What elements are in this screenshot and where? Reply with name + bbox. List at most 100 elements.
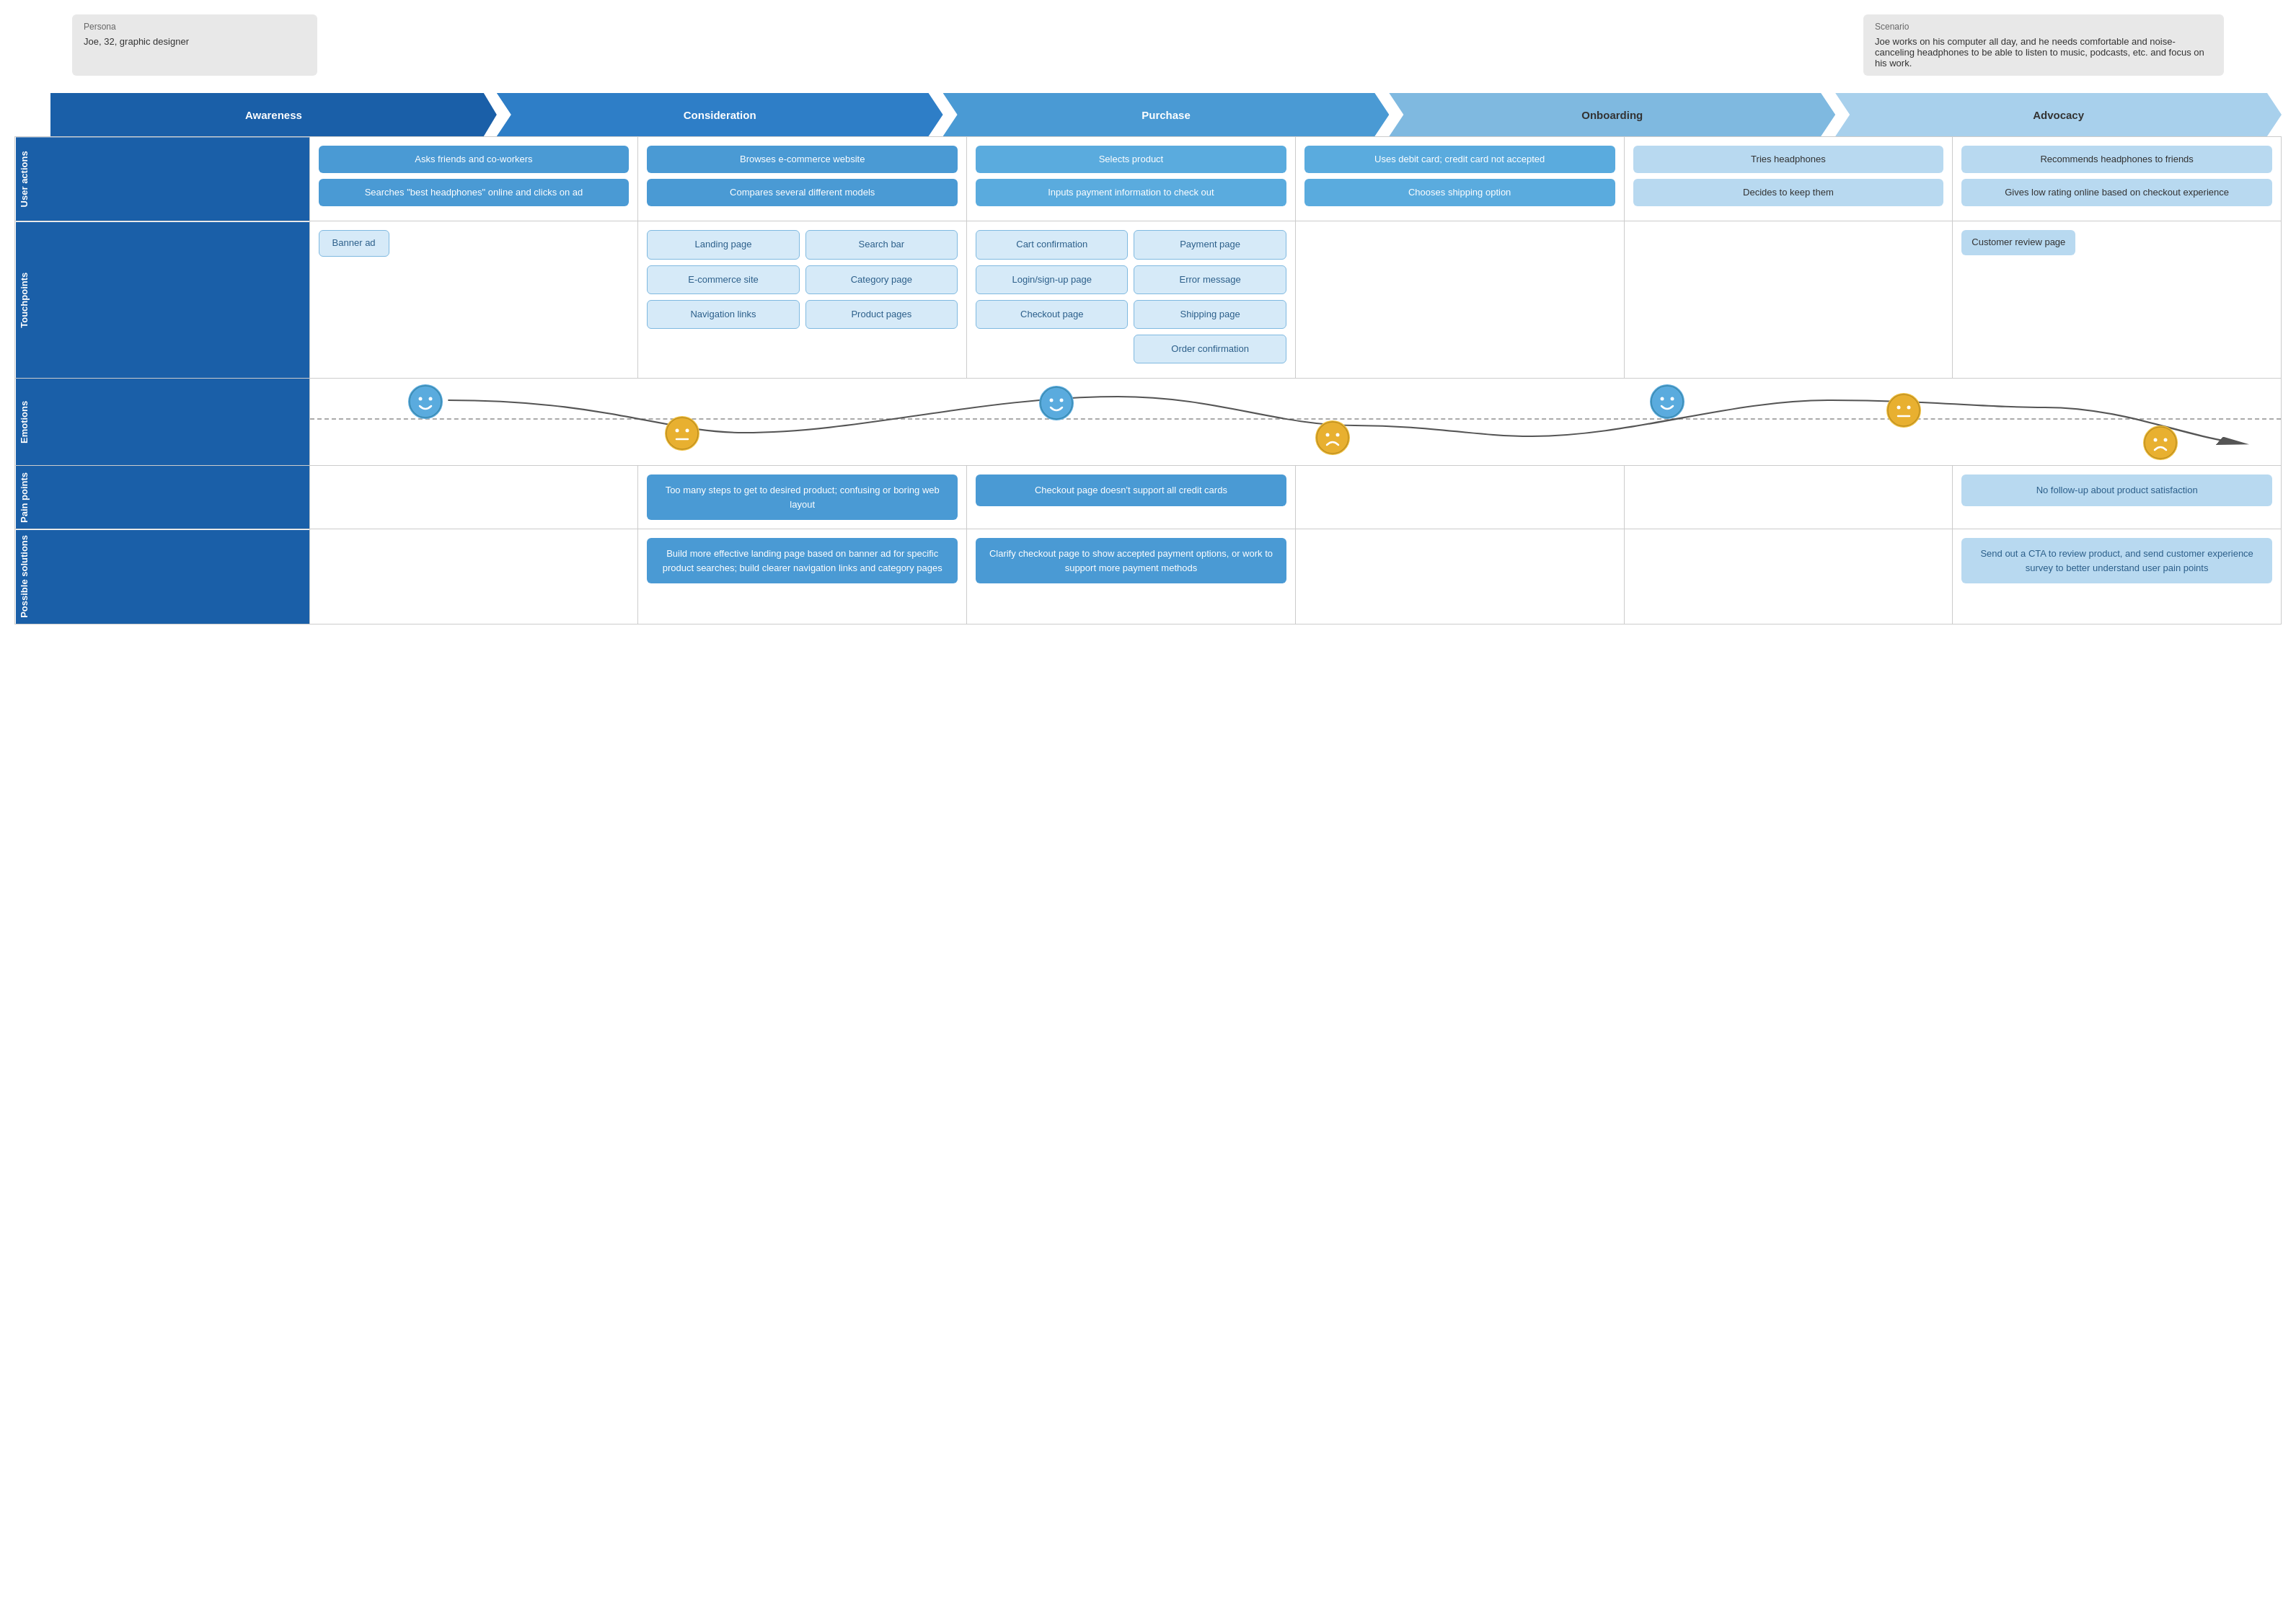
- user-actions-onboarding-tries: Tries headphones Decides to keep them: [1624, 137, 1953, 221]
- emotions-label: Emotions: [15, 379, 310, 466]
- tp-ecommerce-site: E-commerce site: [647, 265, 799, 294]
- svg-point-2: [429, 397, 433, 401]
- emotions-row: Emotions: [15, 379, 2282, 466]
- action-browses: Browses e-commerce website: [647, 146, 958, 173]
- tp-shipping-page: Shipping page: [1134, 300, 1286, 329]
- svg-point-0: [410, 386, 441, 418]
- pain-points-row: Pain points Too many steps to get to des…: [15, 466, 2282, 529]
- solution-onboarding2: [1624, 529, 1953, 624]
- touchpoints-awareness: Banner ad: [309, 221, 638, 379]
- tp-checkout-page: Checkout page: [976, 300, 1128, 329]
- emotion-advocacy-sad: [2143, 425, 2178, 460]
- svg-point-12: [1335, 433, 1339, 437]
- persona-content: Joe, 32, graphic designer: [84, 36, 306, 47]
- touchpoints-onboarding2: [1624, 221, 1953, 379]
- action-asks-friends: Asks friends and co-workers: [319, 146, 630, 173]
- solutions-label: Possible solutions: [15, 529, 310, 624]
- pain-consideration-card: Too many steps to get to desired product…: [647, 474, 958, 520]
- solution-consideration: Build more effective landing page based …: [638, 529, 967, 624]
- svg-point-13: [1651, 386, 1683, 418]
- svg-point-1: [419, 397, 423, 401]
- user-actions-advocacy: Recommends headphones to friends Gives l…: [1953, 137, 2282, 221]
- scenario-label: Scenario: [1875, 22, 2212, 32]
- svg-point-11: [1325, 433, 1329, 437]
- touchpoints-advocacy: Customer review page: [1953, 221, 2282, 379]
- action-recommends: Recommends headphones to friends: [1961, 146, 2272, 173]
- solution-consideration-card: Build more effective landing page based …: [647, 538, 958, 583]
- action-chooses-shipping: Chooses shipping option: [1304, 179, 1615, 206]
- tp-order-confirmation: Order confirmation: [1134, 335, 1286, 363]
- solution-onboarding: [1295, 529, 1624, 624]
- solution-advocacy: Send out a CTA to review product, and se…: [1953, 529, 2282, 624]
- pain-awareness: [309, 466, 638, 529]
- touchpoints-purchase: Cart confirmation Login/sign-up page Che…: [967, 221, 1296, 379]
- action-compares: Compares several different models: [647, 179, 958, 206]
- svg-point-20: [2145, 427, 2176, 459]
- phase-advocacy: Advocacy: [1835, 93, 2282, 136]
- tp-category-page: Category page: [805, 265, 958, 294]
- solution-purchase-card: Clarify checkout page to show accepted p…: [976, 538, 1286, 583]
- action-uses-debit: Uses debit card; credit card not accepte…: [1304, 146, 1615, 173]
- touchpoints-label: Touchpoints: [15, 221, 310, 379]
- emotion-purchase: [1039, 386, 1074, 420]
- tp-landing-page: Landing page: [647, 230, 799, 259]
- pain-onboarding: [1295, 466, 1624, 529]
- phase-consideration: Consideration: [497, 93, 943, 136]
- solution-purchase: Clarify checkout page to show accepted p…: [967, 529, 1296, 624]
- emotion-consideration: [665, 416, 699, 451]
- pain-consideration: Too many steps to get to desired product…: [638, 466, 967, 529]
- svg-point-5: [685, 429, 689, 433]
- pain-points-label: Pain points: [15, 466, 310, 529]
- tp-product-pages: Product pages: [805, 300, 958, 329]
- touchpoints-onboarding: [1295, 221, 1624, 379]
- action-decides-keep: Decides to keep them: [1633, 179, 1944, 206]
- phase-awareness: Awareness: [50, 93, 497, 136]
- solution-awareness: [309, 529, 638, 624]
- svg-point-18: [1907, 406, 1911, 410]
- tp-cart-confirmation: Cart confirmation: [976, 230, 1128, 259]
- svg-point-21: [2153, 438, 2157, 442]
- user-actions-onboarding-payment: Uses debit card; credit card not accepte…: [1295, 137, 1624, 221]
- pain-purchase-card: Checkout page doesn't support all credit…: [976, 474, 1286, 506]
- svg-point-3: [666, 418, 698, 449]
- pain-advocacy: No follow-up about product satisfaction: [1953, 466, 2282, 529]
- emotions-content: [309, 379, 2281, 466]
- user-actions-label: User actions: [15, 137, 310, 221]
- svg-point-22: [2163, 438, 2167, 442]
- emotion-advocacy-neutral: [1886, 393, 1921, 428]
- user-actions-purchase: Selects product Inputs payment informati…: [967, 137, 1296, 221]
- tp-banner-ad: Banner ad: [319, 230, 389, 256]
- tp-search-bar: Search bar: [805, 230, 958, 259]
- action-gives-low-rating: Gives low rating online based on checkou…: [1961, 179, 2272, 206]
- user-actions-row: User actions Asks friends and co-workers…: [15, 137, 2282, 221]
- tp-login-signup: Login/sign-up page: [976, 265, 1128, 294]
- touchpoints-row: Touchpoints Banner ad Landing page E-com…: [15, 221, 2282, 379]
- emotion-onboarding: [1650, 384, 1685, 419]
- svg-point-7: [1041, 387, 1072, 419]
- svg-point-16: [1888, 394, 1920, 426]
- svg-point-10: [1317, 422, 1348, 454]
- tp-payment-page: Payment page: [1134, 230, 1286, 259]
- user-actions-awareness: Asks friends and co-workers Searches "be…: [309, 137, 638, 221]
- emotion-purchase-sad: [1315, 420, 1350, 455]
- action-searches: Searches "best headphones" online and cl…: [319, 179, 630, 206]
- user-actions-consideration: Browses e-commerce website Compares seve…: [638, 137, 967, 221]
- pain-purchase: Checkout page doesn't support all credit…: [967, 466, 1296, 529]
- pain-advocacy-card: No follow-up about product satisfaction: [1961, 474, 2272, 506]
- action-inputs-payment: Inputs payment information to check out: [976, 179, 1286, 206]
- tp-customer-review: Customer review page: [1961, 230, 2075, 255]
- tp-navigation-links: Navigation links: [647, 300, 799, 329]
- phase-onboarding: Onboarding: [1389, 93, 1835, 136]
- solutions-row: Possible solutions Build more effective …: [15, 529, 2282, 624]
- persona-box: Persona Joe, 32, graphic designer: [72, 14, 317, 76]
- tp-error-message: Error message: [1134, 265, 1286, 294]
- scenario-box: Scenario Joe works on his computer all d…: [1863, 14, 2224, 76]
- action-tries-headphones: Tries headphones: [1633, 146, 1944, 173]
- emotion-awareness: [408, 384, 443, 419]
- action-selects: Selects product: [976, 146, 1286, 173]
- solution-advocacy-card: Send out a CTA to review product, and se…: [1961, 538, 2272, 583]
- svg-point-14: [1661, 397, 1664, 401]
- svg-point-17: [1897, 406, 1901, 410]
- phase-purchase: Purchase: [943, 93, 1390, 136]
- svg-point-9: [1059, 399, 1063, 402]
